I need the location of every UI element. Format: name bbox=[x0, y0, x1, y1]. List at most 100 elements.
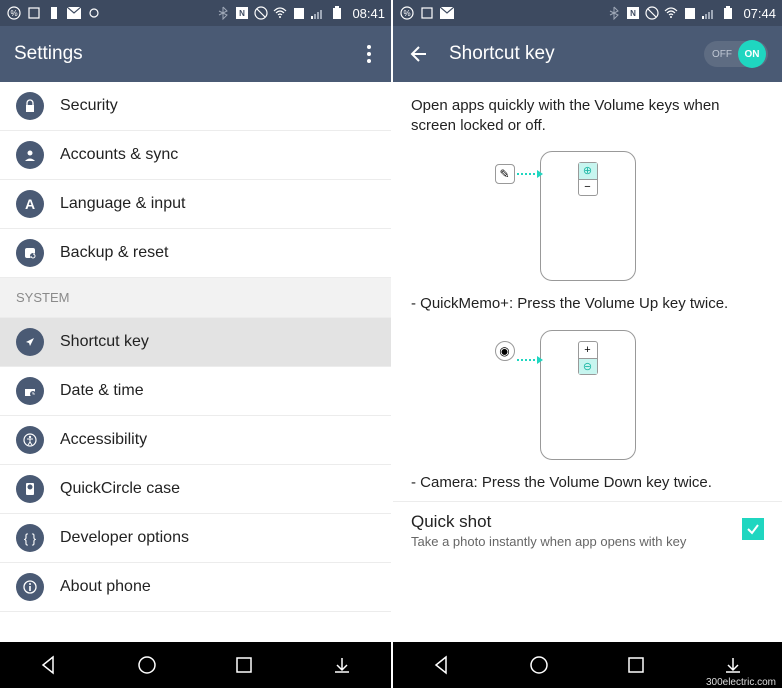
quick-shot-checkbox[interactable] bbox=[742, 518, 764, 540]
letter-a-icon: A bbox=[16, 190, 44, 218]
toggle-on-knob: ON bbox=[738, 40, 766, 68]
backup-icon bbox=[16, 239, 44, 267]
nav-bar bbox=[0, 642, 391, 688]
volume-down-highlight: ⊖ bbox=[579, 358, 597, 374]
list-item-label: QuickCircle case bbox=[60, 480, 180, 498]
bluetooth-icon bbox=[215, 5, 231, 21]
volume-down: − bbox=[579, 179, 597, 195]
quick-shot-row[interactable]: Quick shot Take a photo instantly when a… bbox=[393, 502, 782, 560]
arrow-left-icon bbox=[407, 43, 429, 65]
svg-text:%: % bbox=[10, 9, 17, 18]
list-item-label: Date & time bbox=[60, 382, 144, 400]
list-item-accounts-sync[interactable]: Accounts & sync bbox=[0, 131, 391, 180]
braces-icon: { } bbox=[16, 524, 44, 552]
shortcut-key-content[interactable]: Open apps quickly with the Volume keys w… bbox=[393, 82, 782, 642]
wifi-icon bbox=[663, 5, 679, 21]
person-icon bbox=[16, 141, 44, 169]
page-title: Settings bbox=[14, 43, 361, 65]
list-item-label: About phone bbox=[60, 578, 151, 596]
shortcut-key-toggle[interactable]: OFF ON bbox=[704, 41, 768, 67]
volume-up: + bbox=[579, 342, 597, 358]
quickmemo-desc: - QuickMemo+: Press the Volume Up key tw… bbox=[393, 291, 782, 322]
nav-recents-icon[interactable] bbox=[224, 645, 264, 685]
no-sim-icon bbox=[644, 5, 660, 21]
list-item-label: Accessibility bbox=[60, 431, 147, 449]
nav-back-icon[interactable] bbox=[29, 645, 69, 685]
status-time: 08:41 bbox=[352, 6, 385, 21]
list-item-language-input[interactable]: A Language & input bbox=[0, 180, 391, 229]
battery-icon bbox=[329, 5, 345, 21]
list-item-label: Developer options bbox=[60, 529, 189, 547]
sync-icon bbox=[86, 5, 102, 21]
quick-shot-subtitle: Take a photo instantly when app opens wi… bbox=[411, 534, 742, 550]
percent-icon: % bbox=[399, 5, 415, 21]
nav-back-icon[interactable] bbox=[422, 645, 462, 685]
list-item-quickcircle[interactable]: QuickCircle case bbox=[0, 465, 391, 514]
sim-icon bbox=[291, 5, 307, 21]
lock-icon bbox=[16, 92, 44, 120]
list-item-label: Language & input bbox=[60, 195, 185, 213]
status-time: 07:44 bbox=[743, 6, 776, 21]
svg-text:N: N bbox=[631, 9, 637, 18]
gmail-icon bbox=[439, 5, 455, 21]
shortcut-icon bbox=[16, 328, 44, 356]
status-bar: % N 07:44 bbox=[393, 0, 782, 26]
nfc-icon: N bbox=[234, 5, 250, 21]
no-sim-icon bbox=[253, 5, 269, 21]
check-icon bbox=[746, 522, 760, 536]
percent-icon: % bbox=[6, 5, 22, 21]
settings-list[interactable]: Security Accounts & sync A Language & in… bbox=[0, 82, 391, 642]
list-item-label: Accounts & sync bbox=[60, 146, 178, 164]
volume-up-highlight: ⊕ bbox=[579, 163, 597, 179]
battery-icon bbox=[720, 5, 736, 21]
screenshot-icon bbox=[26, 5, 42, 21]
svg-text:N: N bbox=[240, 9, 246, 18]
diagram-quickmemo: ✎ ⊕ − bbox=[393, 143, 782, 291]
quickcircle-icon bbox=[16, 475, 44, 503]
nfc-icon: N bbox=[625, 5, 641, 21]
nav-home-icon[interactable] bbox=[519, 645, 559, 685]
info-icon bbox=[16, 573, 44, 601]
settings-screen: % N 08:41 Settings bbox=[0, 0, 391, 688]
camera-desc: - Camera: Press the Volume Down key twic… bbox=[393, 470, 782, 501]
gmail-icon bbox=[66, 5, 82, 21]
nav-notification-icon[interactable] bbox=[322, 645, 362, 685]
quick-shot-title: Quick shot bbox=[411, 512, 742, 532]
nav-home-icon[interactable] bbox=[127, 645, 167, 685]
shortcut-key-screen: % N 07:44 Shortcut key bbox=[391, 0, 782, 688]
list-item-label: Backup & reset bbox=[60, 244, 169, 262]
list-item-shortcut-key[interactable]: Shortcut key bbox=[0, 318, 391, 367]
page-title: Shortcut key bbox=[449, 43, 704, 65]
list-item-accessibility[interactable]: Accessibility bbox=[0, 416, 391, 465]
list-item-label: Shortcut key bbox=[60, 333, 149, 351]
pencil-icon: ✎ bbox=[495, 164, 515, 184]
wifi-icon bbox=[272, 5, 288, 21]
list-item-security[interactable]: Security bbox=[0, 82, 391, 131]
screenshot-icon bbox=[419, 5, 435, 21]
back-button[interactable] bbox=[407, 43, 435, 65]
app-bar: Shortcut key OFF ON bbox=[393, 26, 782, 82]
status-bar: % N 08:41 bbox=[0, 0, 391, 26]
list-item-about-phone[interactable]: About phone bbox=[0, 563, 391, 612]
list-item-label: Security bbox=[60, 97, 118, 115]
list-item-developer-options[interactable]: { } Developer options bbox=[0, 514, 391, 563]
nav-recents-icon[interactable] bbox=[616, 645, 656, 685]
bluetooth-icon bbox=[606, 5, 622, 21]
intro-text: Open apps quickly with the Volume keys w… bbox=[393, 82, 782, 143]
sim-icon bbox=[682, 5, 698, 21]
list-item-date-time[interactable]: Date & time bbox=[0, 367, 391, 416]
list-item-backup-reset[interactable]: Backup & reset bbox=[0, 229, 391, 278]
app-bar: Settings bbox=[0, 26, 391, 82]
svg-text:%: % bbox=[403, 9, 410, 18]
camera-icon: ◉ bbox=[495, 341, 515, 361]
watermark: 300electric.com bbox=[706, 677, 776, 688]
signal-icon bbox=[701, 5, 717, 21]
usb-icon bbox=[46, 5, 62, 21]
toggle-off-label: OFF bbox=[712, 49, 732, 60]
overflow-menu-icon[interactable] bbox=[361, 45, 377, 63]
signal-icon bbox=[310, 5, 326, 21]
diagram-camera: ◉ + ⊖ bbox=[393, 322, 782, 470]
calendar-icon bbox=[16, 377, 44, 405]
accessibility-icon bbox=[16, 426, 44, 454]
section-header-system: SYSTEM bbox=[0, 278, 391, 318]
